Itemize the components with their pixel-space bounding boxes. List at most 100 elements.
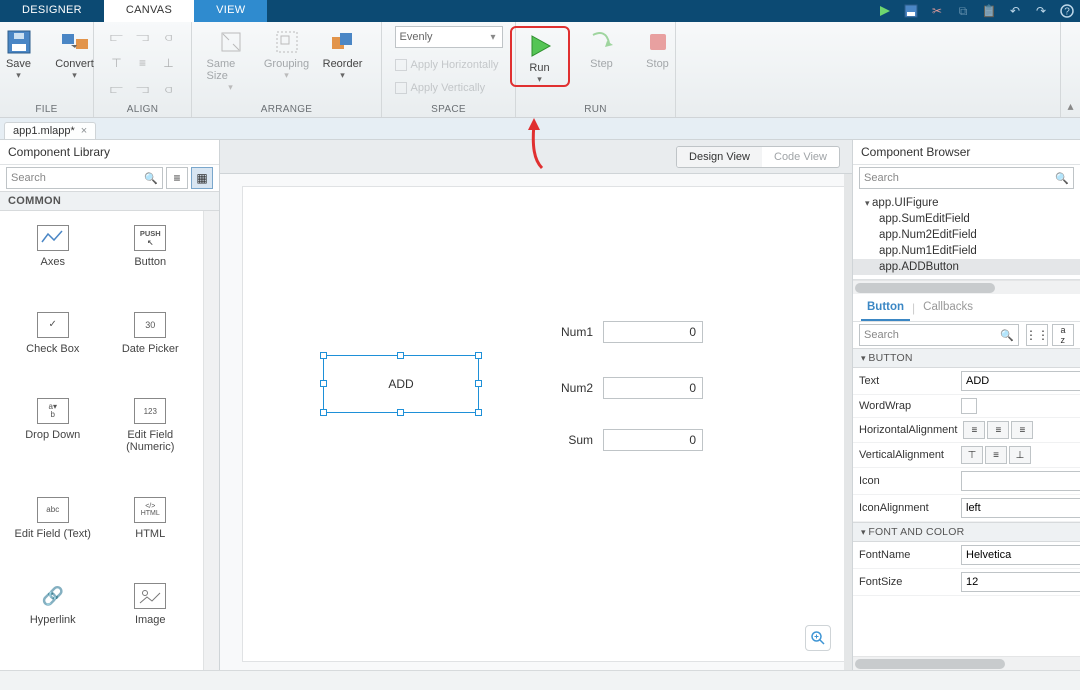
uifigure-surface[interactable]: ADD Num1 0 Num2 0 xyxy=(242,186,846,662)
reorder-button[interactable]: Reorder xyxy=(319,26,367,81)
alphabetical-toggle[interactable]: az xyxy=(1052,324,1074,346)
prop-fontsize-input[interactable] xyxy=(961,572,1080,592)
apply-vertically: Apply Vertically xyxy=(395,82,486,94)
num2-field[interactable]: 0 xyxy=(603,377,703,399)
categorized-toggle[interactable]: ⋮⋮ xyxy=(1026,324,1048,346)
halign-center[interactable]: ≡ xyxy=(987,421,1009,439)
close-file-icon[interactable]: × xyxy=(81,125,87,137)
halign-left[interactable]: ≡ xyxy=(963,421,985,439)
group-label-align: ALIGN xyxy=(127,104,159,115)
num2-field-row: Num2 0 xyxy=(543,377,703,399)
comp-axes[interactable]: Axes xyxy=(6,221,100,302)
prop-icon: Icon 📁 xyxy=(853,468,1080,495)
comp-button[interactable]: PUSH↖Button xyxy=(104,221,198,302)
list-view-toggle[interactable]: ≡ xyxy=(166,167,188,189)
sum-label: Sum xyxy=(543,433,593,447)
canvas-body[interactable]: ADD Num1 0 Num2 0 xyxy=(220,174,852,670)
inspector-search[interactable]: Search 🔍 xyxy=(859,324,1019,346)
comp-dropdown[interactable]: a▾bDrop Down xyxy=(6,394,100,487)
samesize-button: Same Size xyxy=(207,26,255,93)
save-button[interactable]: Save xyxy=(0,26,43,81)
minimize-ribbon-icon[interactable]: ▴ xyxy=(1060,22,1080,117)
tree-node[interactable]: app.Num1EditField xyxy=(853,243,1080,259)
tab-designer[interactable]: DESIGNER xyxy=(0,0,104,22)
library-section-common: COMMON xyxy=(0,191,219,211)
inspector-tab-callbacks[interactable]: Callbacks xyxy=(917,298,979,321)
component-grid: Axes PUSH↖Button ✓Check Box 30Date Picke… xyxy=(0,211,203,670)
copy-quick-icon[interactable]: ⧉ xyxy=(954,2,972,20)
valign-top[interactable]: ⊤ xyxy=(961,446,983,464)
space-combo[interactable]: Evenly xyxy=(395,26,503,48)
comp-checkbox[interactable]: ✓Check Box xyxy=(6,308,100,389)
comp-image[interactable]: Image xyxy=(104,579,198,660)
library-search[interactable]: Search 🔍 xyxy=(6,167,163,189)
comp-datepicker[interactable]: 30Date Picker xyxy=(104,308,198,389)
apply-horizontally: Apply Horizontally xyxy=(395,59,499,71)
prop-icon-input[interactable] xyxy=(961,471,1080,491)
canvas-pane: Design View Code View ADD Num1 xyxy=(220,140,852,670)
browser-search[interactable]: Search 🔍 xyxy=(859,167,1074,189)
search-icon: 🔍 xyxy=(1055,172,1069,185)
align-grid[interactable]: ⫍⫎⫏ ⊤≡⊥ ⫍⫎⫏ xyxy=(106,26,180,100)
canvas-vscroll[interactable] xyxy=(844,174,852,670)
zoom-button[interactable] xyxy=(805,625,831,651)
component-library-title: Component Library xyxy=(0,140,219,165)
group-label-run: RUN xyxy=(584,104,607,115)
tree-hscroll[interactable] xyxy=(853,280,1080,294)
prop-valign: VerticalAlignment ⊤ ≡ ⊥ xyxy=(853,443,1080,468)
valign-bottom[interactable]: ⊥ xyxy=(1009,446,1031,464)
run-button[interactable]: Run xyxy=(516,30,564,85)
convert-button[interactable]: Convert xyxy=(51,26,99,81)
library-scrollbar[interactable] xyxy=(203,211,219,670)
add-button-widget[interactable]: ADD xyxy=(323,355,479,413)
prop-iconalign-input[interactable] xyxy=(961,498,1080,518)
run-highlight: Run xyxy=(510,26,570,87)
view-toggle: Design View Code View xyxy=(676,146,840,168)
redo-quick-icon[interactable]: ↷ xyxy=(1032,2,1050,20)
grid-view-toggle[interactable]: ▦ xyxy=(191,167,213,189)
search-icon: 🔍 xyxy=(144,172,158,185)
bottom-scrollbar[interactable] xyxy=(0,670,1080,690)
tree-node[interactable]: app.Num2EditField xyxy=(853,227,1080,243)
ribbon-group-space: Evenly Apply Horizontally Apply Vertical… xyxy=(382,22,516,117)
tab-view[interactable]: VIEW xyxy=(194,0,267,22)
cut-quick-icon[interactable]: ✂ xyxy=(928,2,946,20)
help-quick-icon[interactable]: ? xyxy=(1058,2,1076,20)
file-tab-active[interactable]: app1.mlapp* × xyxy=(4,122,96,139)
comp-hyperlink[interactable]: 🔗Hyperlink xyxy=(6,579,100,660)
inspector-hscroll[interactable] xyxy=(853,656,1080,670)
prop-text-input[interactable] xyxy=(961,371,1080,391)
category-button[interactable]: BUTTON xyxy=(853,348,1080,368)
group-label-file: FILE xyxy=(35,104,57,115)
top-tabbar: DESIGNER CANVAS VIEW ✂ ⧉ 📋 ↶ ↷ ? xyxy=(0,0,1080,22)
num1-field[interactable]: 0 xyxy=(603,321,703,343)
quick-access-toolbar: ✂ ⧉ 📋 ↶ ↷ ? xyxy=(876,0,1076,22)
reorder-icon xyxy=(329,28,357,56)
tree-root[interactable]: app.UIFigure xyxy=(853,195,1080,211)
comp-html[interactable]: </>HTMLHTML xyxy=(104,493,198,574)
run-quick-icon[interactable] xyxy=(876,2,894,20)
prop-fontname-input[interactable] xyxy=(961,545,1080,565)
save-quick-icon[interactable] xyxy=(902,2,920,20)
group-label-space: SPACE xyxy=(431,104,466,115)
ribbon-group-run: Run Step Stop RUN xyxy=(516,22,676,117)
grouping-button: Grouping xyxy=(263,26,311,81)
paste-quick-icon[interactable]: 📋 xyxy=(980,2,998,20)
undo-quick-icon[interactable]: ↶ xyxy=(1006,2,1024,20)
inspector-tab-button[interactable]: Button xyxy=(861,298,910,321)
category-font[interactable]: FONT AND COLOR xyxy=(853,522,1080,542)
tree-node-selected[interactable]: app.ADDButton xyxy=(853,259,1080,275)
save-icon xyxy=(5,28,33,56)
tab-canvas[interactable]: CANVAS xyxy=(104,0,194,22)
code-view-tab[interactable]: Code View xyxy=(762,147,839,167)
design-view-tab[interactable]: Design View xyxy=(677,147,762,167)
comp-editfield-text[interactable]: abcEdit Field (Text) xyxy=(6,493,100,574)
comp-editfield-numeric[interactable]: 123Edit Field (Numeric) xyxy=(104,394,198,487)
sum-field[interactable]: 0 xyxy=(603,429,703,451)
halign-right[interactable]: ≡ xyxy=(1011,421,1033,439)
tree-node[interactable]: app.SumEditField xyxy=(853,211,1080,227)
ribbon-group-file: Save Convert FILE xyxy=(0,22,94,117)
valign-middle[interactable]: ≡ xyxy=(985,446,1007,464)
num1-label: Num1 xyxy=(543,325,593,339)
prop-wordwrap-checkbox[interactable] xyxy=(961,398,977,414)
